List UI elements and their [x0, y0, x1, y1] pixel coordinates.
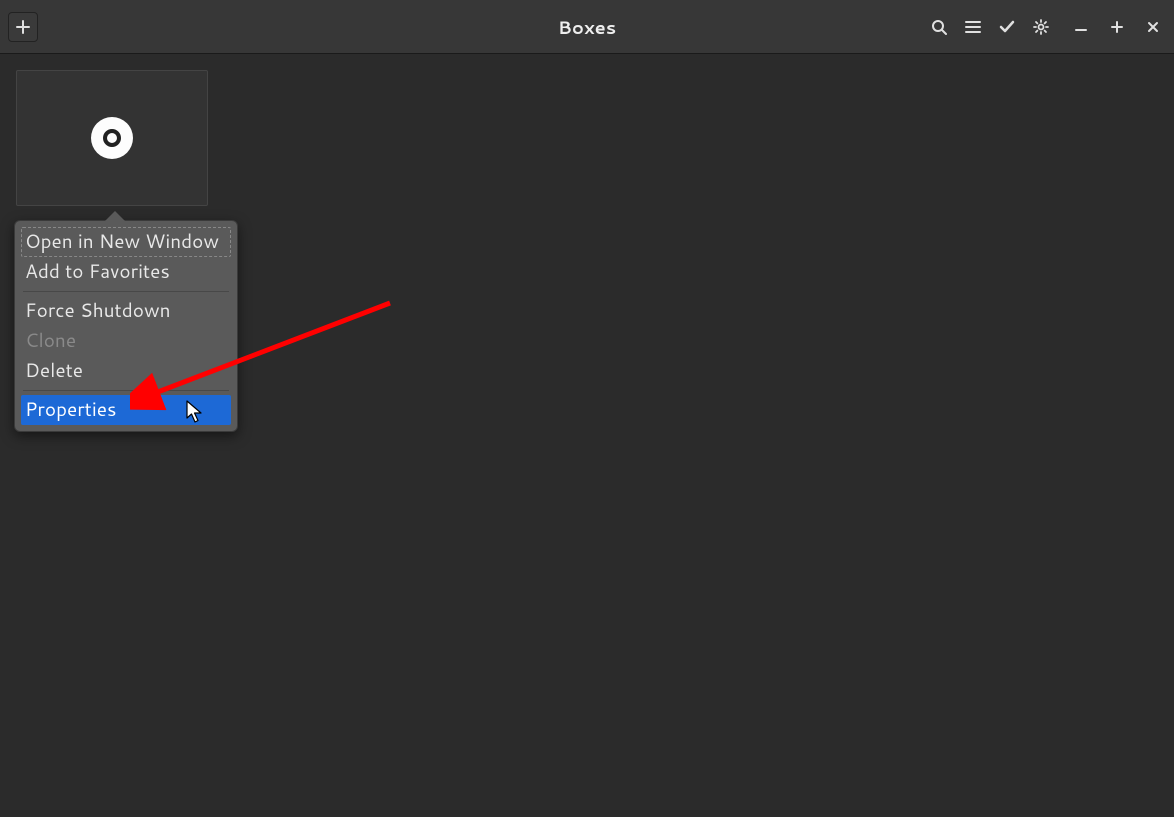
vm-thumbnail[interactable] [16, 70, 208, 206]
menu-item-add-to-favorites[interactable]: Add to Favorites [21, 257, 231, 287]
menu-item-force-shutdown[interactable]: Force Shutdown [21, 296, 231, 326]
menu-item-clone: Clone [21, 326, 231, 356]
search-icon [931, 19, 947, 35]
check-icon [999, 20, 1015, 34]
content-area [0, 54, 1174, 222]
maximize-icon [1111, 21, 1123, 33]
menu-item-properties[interactable]: Properties [21, 395, 231, 425]
context-menu: Open in New WindowAdd to Favorites Force … [14, 220, 238, 432]
gear-icon [1033, 19, 1049, 35]
window-title: Boxes [558, 14, 616, 40]
settings-button[interactable] [1026, 12, 1056, 42]
new-button[interactable] [8, 12, 38, 42]
titlebar: Boxes [0, 0, 1174, 54]
minimize-button[interactable] [1068, 14, 1094, 40]
close-icon [1147, 21, 1159, 33]
select-button[interactable] [992, 12, 1022, 42]
plus-icon [16, 20, 30, 34]
search-button[interactable] [924, 12, 954, 42]
disc-icon [91, 117, 133, 159]
window-controls [1068, 14, 1166, 40]
menu-separator [23, 291, 229, 292]
close-button[interactable] [1140, 14, 1166, 40]
titlebar-right [924, 12, 1166, 42]
menu-separator [23, 390, 229, 391]
list-icon [965, 20, 981, 34]
minimize-icon [1075, 21, 1087, 33]
maximize-button[interactable] [1104, 14, 1130, 40]
list-view-button[interactable] [958, 12, 988, 42]
menu-item-open-in-new-window[interactable]: Open in New Window [21, 227, 231, 257]
menu-item-delete[interactable]: Delete [21, 356, 231, 386]
titlebar-left [8, 12, 38, 42]
